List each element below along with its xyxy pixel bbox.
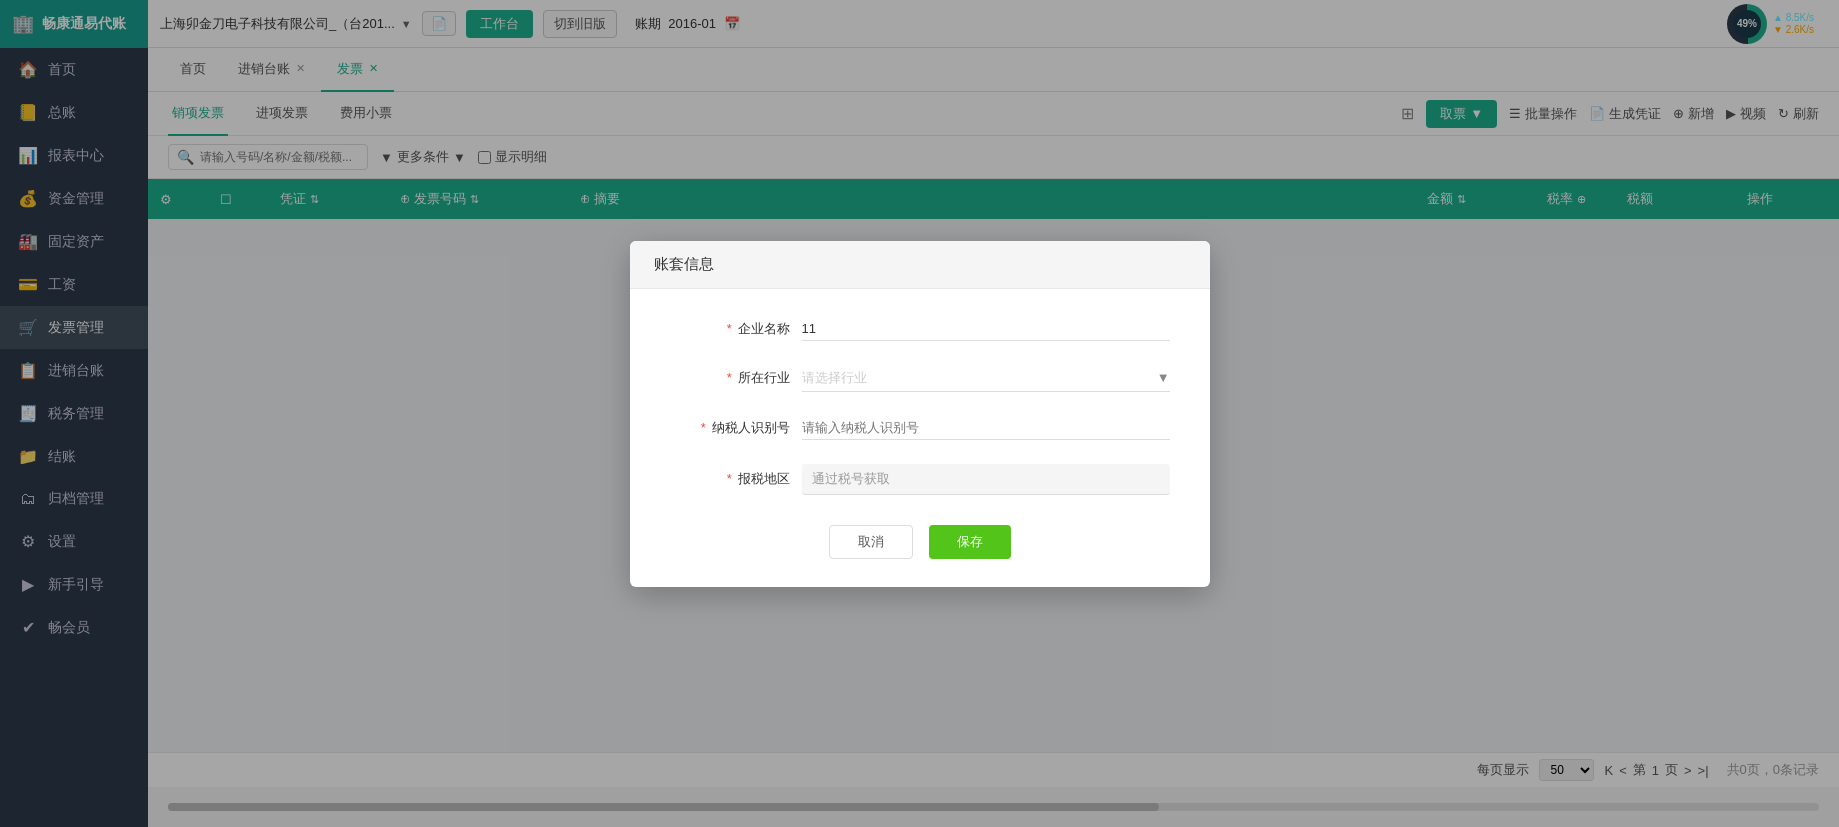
industry-select[interactable]: 请选择行业 ▼ (802, 365, 1170, 392)
modal-overlay[interactable]: 账套信息 * 企业名称 * 所在行业 请选择行业 ▼ (0, 0, 1839, 827)
industry-row: * 所在行业 请选择行业 ▼ (670, 365, 1170, 392)
tax-region-display: 通过税号获取 (802, 464, 1170, 495)
company-name-row: * 企业名称 (670, 317, 1170, 341)
dialog-footer: 取消 保存 (630, 515, 1210, 587)
industry-label: * 所在行业 (670, 369, 790, 387)
industry-chevron-icon: ▼ (1157, 370, 1170, 385)
save-button[interactable]: 保存 (929, 525, 1011, 559)
tax-region-row: * 报税地区 通过税号获取 (670, 464, 1170, 495)
account-dialog: 账套信息 * 企业名称 * 所在行业 请选择行业 ▼ (630, 241, 1210, 587)
industry-placeholder: 请选择行业 (802, 369, 867, 387)
tax-id-input[interactable] (802, 416, 1170, 440)
company-name-label: * 企业名称 (670, 320, 790, 338)
dialog-title: 账套信息 (630, 241, 1210, 289)
company-name-input[interactable] (802, 317, 1170, 341)
tax-id-label: * 纳税人识别号 (670, 419, 790, 437)
dialog-body: * 企业名称 * 所在行业 请选择行业 ▼ * (630, 289, 1210, 515)
cancel-button[interactable]: 取消 (829, 525, 913, 559)
tax-id-row: * 纳税人识别号 (670, 416, 1170, 440)
tax-region-label: * 报税地区 (670, 470, 790, 488)
